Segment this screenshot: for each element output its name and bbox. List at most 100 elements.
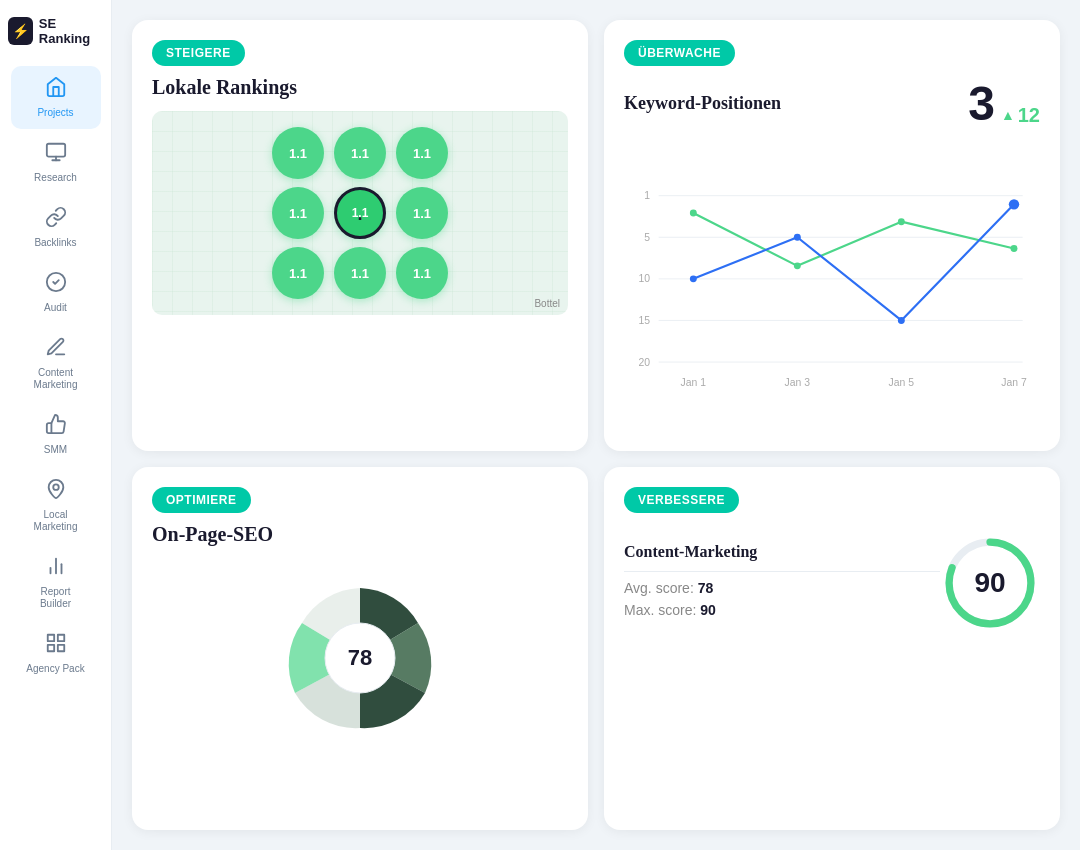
arrow-up-icon: ▲ — [1001, 107, 1015, 123]
svg-point-31 — [794, 262, 801, 269]
sidebar-label-smm: SMM — [44, 444, 67, 456]
svg-text:Jan 5: Jan 5 — [889, 377, 915, 388]
kw-number: 3 — [968, 76, 995, 131]
svg-text:Jan 3: Jan 3 — [785, 377, 811, 388]
svg-text:Jan 7: Jan 7 — [1001, 377, 1027, 388]
dot-row-1: 1.1 1.1 1.1 — [272, 127, 448, 179]
max-score-label: Max. score: — [624, 602, 696, 618]
chart-svg: 1 5 10 15 20 Jan 1 Jan 3 Jan 5 Jan 7 — [624, 151, 1040, 431]
sidebar-label-content-marketing: ContentMarketing — [34, 367, 78, 391]
logo-icon: ⚡ — [8, 17, 33, 45]
sidebar-label-audit: Audit — [44, 302, 67, 314]
badge-verbessere: VERBESSERE — [624, 487, 739, 513]
sidebar-label-projects: Projects — [37, 107, 73, 119]
badge-optimiere: OPTIMIERE — [152, 487, 251, 513]
svg-point-29 — [1009, 199, 1019, 209]
svg-point-28 — [898, 317, 905, 324]
badge-uberwache: ÜBERWACHE — [624, 40, 735, 66]
sidebar-label-research: Research — [34, 172, 77, 184]
card-uberwache: ÜBERWACHE Keyword-Positionen 3 ▲ 12 — [604, 20, 1060, 451]
dot-2-1: 1.1 — [272, 187, 324, 239]
card-steigere-title: Lokale Rankings — [152, 76, 568, 99]
sidebar-item-research[interactable]: Research — [11, 131, 101, 194]
dot-3-2: 1.1 — [334, 247, 386, 299]
kw-change-value: 12 — [1018, 104, 1040, 127]
svg-rect-9 — [57, 635, 63, 641]
badge-steigere: STEIGERE — [152, 40, 245, 66]
sidebar-item-local-marketing[interactable]: LocalMarketing — [11, 468, 101, 543]
card-optimiere-title: On-Page-SEO — [152, 523, 568, 546]
smm-icon — [45, 413, 67, 440]
sidebar-item-smm[interactable]: SMM — [11, 403, 101, 466]
score-info: Content-Marketing Avg. score: 78 Max. sc… — [624, 543, 940, 624]
card-optimiere: OPTIMIERE On-Page-SEO 78 — [132, 467, 588, 830]
backlinks-icon — [45, 206, 67, 233]
sidebar: ⚡ SE Ranking Projects Research Backlinks — [0, 0, 112, 850]
kw-stats: 3 ▲ 12 — [968, 76, 1040, 131]
svg-text:1: 1 — [644, 190, 650, 201]
sidebar-label-local-marketing: LocalMarketing — [34, 509, 78, 533]
research-icon — [45, 141, 67, 168]
svg-point-27 — [794, 234, 801, 241]
dot-center: 1.1 — [334, 187, 386, 239]
svg-text:15: 15 — [638, 315, 650, 326]
dot-3-1: 1.1 — [272, 247, 324, 299]
agency-pack-icon — [45, 632, 67, 659]
dot-2-3: 1.1 — [396, 187, 448, 239]
logo-text: SE Ranking — [39, 16, 103, 46]
dot-1-1: 1.1 — [272, 127, 324, 179]
kw-title: Keyword-Positionen — [624, 93, 781, 114]
svg-point-32 — [898, 218, 905, 225]
sidebar-label-agency-pack: Agency Pack — [26, 663, 84, 675]
circle-score-number: 90 — [974, 567, 1005, 599]
svg-text:20: 20 — [638, 357, 650, 368]
avg-score-row: Avg. score: 78 — [624, 580, 940, 596]
dot-row-2: 1.1 1.1 1.1 — [272, 187, 448, 239]
svg-point-26 — [690, 275, 697, 282]
verbessere-score-section: Content-Marketing Avg. score: 78 Max. sc… — [624, 533, 1040, 633]
dot-row-3: 1.1 1.1 1.1 — [272, 247, 448, 299]
donut-chart-container: 78 — [152, 558, 568, 758]
svg-text:78: 78 — [348, 645, 372, 670]
svg-rect-11 — [57, 645, 63, 651]
content-marketing-icon — [45, 336, 67, 363]
sidebar-label-backlinks: Backlinks — [34, 237, 76, 249]
svg-rect-8 — [47, 635, 53, 641]
local-grid-map: 1.1 1.1 1.1 1.1 1.1 1.1 1.1 1.1 1.1 Bott… — [152, 111, 568, 315]
sidebar-item-backlinks[interactable]: Backlinks — [11, 196, 101, 259]
avg-score-value: 78 — [698, 580, 714, 596]
logo: ⚡ SE Ranking — [0, 16, 111, 46]
max-score-row: Max. score: 90 — [624, 602, 940, 618]
svg-rect-0 — [46, 144, 64, 157]
sidebar-label-report-builder: ReportBuilder — [40, 586, 71, 610]
donut-chart-svg: 78 — [270, 568, 450, 748]
main-content: STEIGERE Lokale Rankings 1.1 1.1 1.1 1.1… — [112, 0, 1080, 850]
sidebar-item-report-builder[interactable]: ReportBuilder — [11, 545, 101, 620]
sidebar-item-content-marketing[interactable]: ContentMarketing — [11, 326, 101, 401]
max-score-value: 90 — [700, 602, 716, 618]
svg-text:5: 5 — [644, 232, 650, 243]
audit-icon — [45, 271, 67, 298]
keyword-chart: 1 5 10 15 20 Jan 1 Jan 3 Jan 5 Jan 7 — [624, 151, 1040, 431]
svg-point-30 — [690, 210, 697, 217]
card-verbessere: VERBESSERE Content-Marketing Avg. score:… — [604, 467, 1060, 830]
svg-text:Jan 1: Jan 1 — [681, 377, 707, 388]
map-label: Bottel — [534, 298, 560, 309]
sidebar-item-audit[interactable]: Audit — [11, 261, 101, 324]
avg-score-label: Avg. score: — [624, 580, 694, 596]
dot-1-3: 1.1 — [396, 127, 448, 179]
sidebar-item-projects[interactable]: Projects — [11, 66, 101, 129]
report-builder-icon — [45, 555, 67, 582]
kw-header: Keyword-Positionen 3 ▲ 12 — [624, 76, 1040, 131]
svg-text:10: 10 — [638, 273, 650, 284]
sidebar-item-agency-pack[interactable]: Agency Pack — [11, 622, 101, 685]
home-icon — [45, 76, 67, 103]
svg-rect-10 — [47, 645, 53, 651]
circle-score: 90 — [940, 533, 1040, 633]
local-marketing-icon — [45, 478, 67, 505]
card-steigere: STEIGERE Lokale Rankings 1.1 1.1 1.1 1.1… — [132, 20, 588, 451]
svg-point-4 — [53, 484, 59, 490]
verbessere-title: Content-Marketing — [624, 543, 940, 561]
dot-1-2: 1.1 — [334, 127, 386, 179]
kw-change: ▲ 12 — [1001, 104, 1040, 127]
